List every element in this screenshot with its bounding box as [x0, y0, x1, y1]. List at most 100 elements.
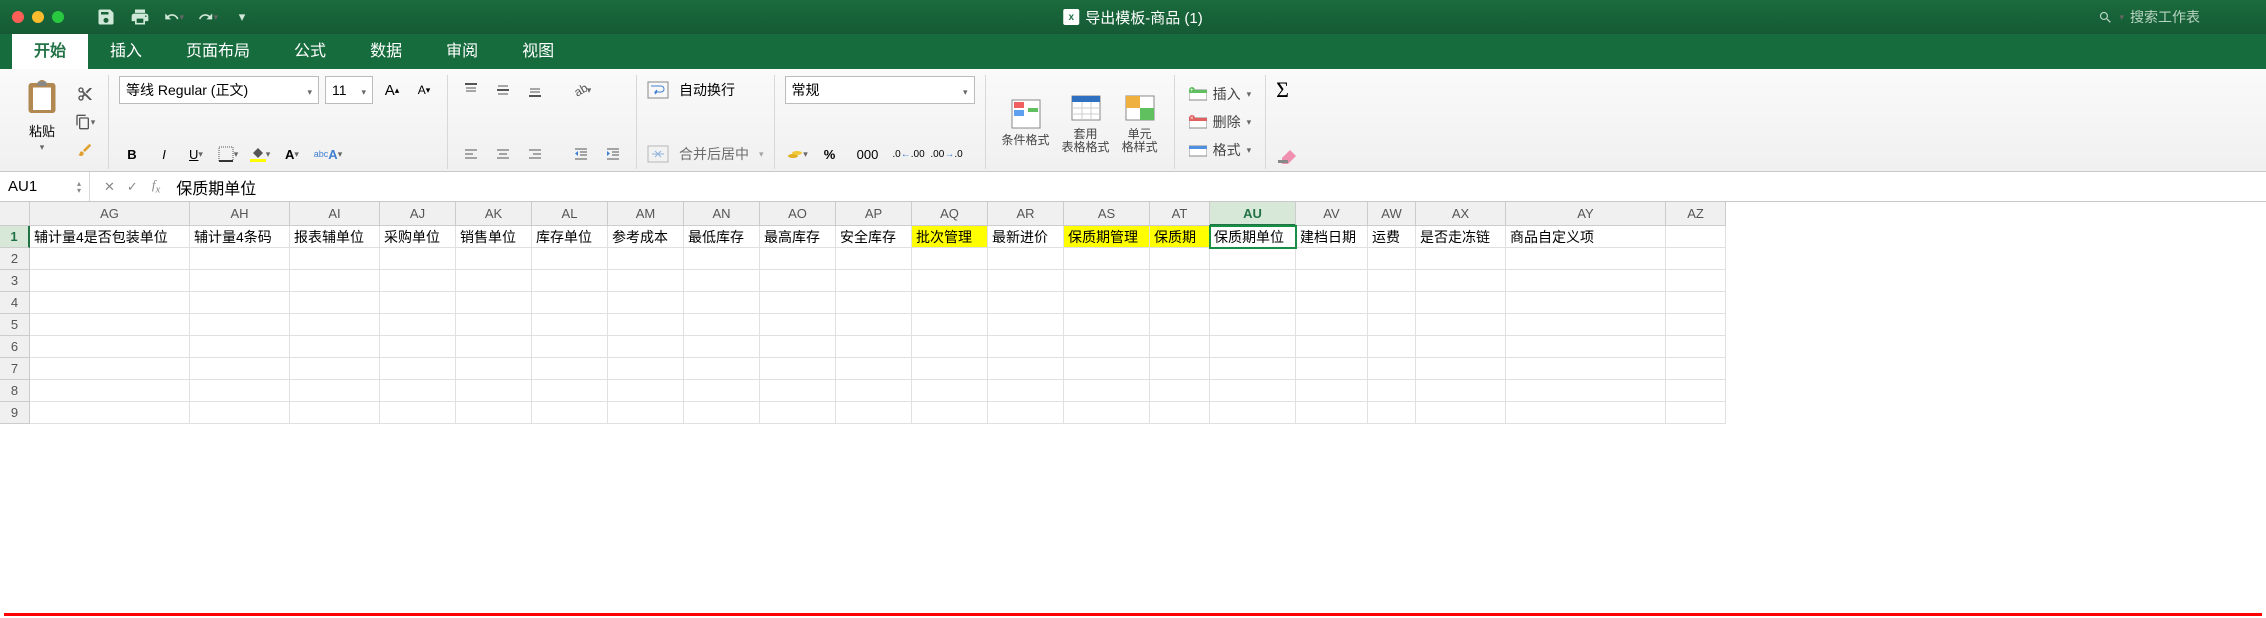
col-header-AJ[interactable]: AJ	[380, 202, 456, 226]
wrap-text-button[interactable]: 自动换行	[679, 80, 735, 100]
cell-AX2[interactable]	[1416, 248, 1506, 270]
cell-AN4[interactable]	[684, 292, 760, 314]
col-header-AN[interactable]: AN	[684, 202, 760, 226]
row-header-7[interactable]: 7	[0, 358, 30, 380]
cell-AM7[interactable]	[608, 358, 684, 380]
col-header-AW[interactable]: AW	[1368, 202, 1416, 226]
cell-AQ2[interactable]	[912, 248, 988, 270]
cell-AX7[interactable]	[1416, 358, 1506, 380]
cell-AN5[interactable]	[684, 314, 760, 336]
cell-AS7[interactable]	[1064, 358, 1150, 380]
cell-AQ8[interactable]	[912, 380, 988, 402]
cell-AK8[interactable]	[456, 380, 532, 402]
cell-AU9[interactable]	[1210, 402, 1296, 424]
cell-AQ5[interactable]	[912, 314, 988, 336]
cell-AH6[interactable]	[190, 336, 290, 358]
row-header-4[interactable]: 4	[0, 292, 30, 314]
cell-AN6[interactable]	[684, 336, 760, 358]
cell-AW3[interactable]	[1368, 270, 1416, 292]
cell-AV6[interactable]	[1296, 336, 1368, 358]
cell-AL8[interactable]	[532, 380, 608, 402]
paste-button[interactable]: 粘贴 ▾	[18, 75, 66, 169]
cell-AN2[interactable]	[684, 248, 760, 270]
tab-开始[interactable]: 开始	[12, 29, 88, 69]
column-headers[interactable]: AGAHAIAJAKALAMANAOAPAQARASATAUAVAWAXAYAZ	[30, 202, 1726, 226]
cell-AY6[interactable]	[1506, 336, 1666, 358]
cell-AM5[interactable]	[608, 314, 684, 336]
cell-AK2[interactable]	[456, 248, 532, 270]
cell-AV7[interactable]	[1296, 358, 1368, 380]
qat-customize-icon[interactable]: ▾	[232, 7, 252, 27]
select-all-corner[interactable]	[0, 202, 30, 226]
merge-center-button[interactable]: 合并后居中	[679, 144, 749, 164]
align-center-button[interactable]	[490, 142, 516, 166]
align-middle-button[interactable]	[490, 78, 516, 102]
cell-AO7[interactable]	[760, 358, 836, 380]
cell-AK6[interactable]	[456, 336, 532, 358]
cell-AV9[interactable]	[1296, 402, 1368, 424]
cell-AR8[interactable]	[988, 380, 1064, 402]
align-left-button[interactable]	[458, 142, 484, 166]
cell-AZ9[interactable]	[1666, 402, 1726, 424]
cell-AW2[interactable]	[1368, 248, 1416, 270]
cell-AW5[interactable]	[1368, 314, 1416, 336]
cell-AI8[interactable]	[290, 380, 380, 402]
percent-button[interactable]: %	[817, 142, 843, 166]
align-top-button[interactable]	[458, 78, 484, 102]
cell-AX1[interactable]: 是否走冻链	[1416, 226, 1506, 248]
cell-AS1[interactable]: 保质期管理	[1064, 226, 1150, 248]
orientation-button[interactable]: ab▾	[568, 78, 594, 102]
conditional-format-button[interactable]: 条件格式	[996, 94, 1056, 149]
cell-AJ3[interactable]	[380, 270, 456, 292]
undo-icon[interactable]: ▾	[164, 7, 184, 27]
cell-AR1[interactable]: 最新进价	[988, 226, 1064, 248]
cell-AW4[interactable]	[1368, 292, 1416, 314]
cell-AG5[interactable]	[30, 314, 190, 336]
cell-AY5[interactable]	[1506, 314, 1666, 336]
cell-AX4[interactable]	[1416, 292, 1506, 314]
cell-AV5[interactable]	[1296, 314, 1368, 336]
cell-AG4[interactable]	[30, 292, 190, 314]
delete-cells-button[interactable]: ×删除▾	[1185, 110, 1256, 134]
cell-AT8[interactable]	[1150, 380, 1210, 402]
cell-AI3[interactable]	[290, 270, 380, 292]
insert-cells-button[interactable]: +插入▾	[1185, 82, 1256, 106]
col-header-AV[interactable]: AV	[1296, 202, 1368, 226]
cell-AP9[interactable]	[836, 402, 912, 424]
cell-AW1[interactable]: 运费	[1368, 226, 1416, 248]
cell-AI1[interactable]: 报表辅单位	[290, 226, 380, 248]
cell-AX8[interactable]	[1416, 380, 1506, 402]
col-header-AR[interactable]: AR	[988, 202, 1064, 226]
cell-AK7[interactable]	[456, 358, 532, 380]
cell-AM8[interactable]	[608, 380, 684, 402]
phonetic-button[interactable]: abcA▾	[311, 142, 345, 166]
cell-AX5[interactable]	[1416, 314, 1506, 336]
cell-AV4[interactable]	[1296, 292, 1368, 314]
cell-AN8[interactable]	[684, 380, 760, 402]
cell-AS6[interactable]	[1064, 336, 1150, 358]
name-box[interactable]: AU1 ▴▾	[0, 172, 90, 201]
cell-AT7[interactable]	[1150, 358, 1210, 380]
cell-AW9[interactable]	[1368, 402, 1416, 424]
cell-AW7[interactable]	[1368, 358, 1416, 380]
cell-AK5[interactable]	[456, 314, 532, 336]
redo-icon[interactable]: ▾	[198, 7, 218, 27]
cell-AX9[interactable]	[1416, 402, 1506, 424]
cut-button[interactable]	[72, 82, 98, 106]
cell-styles-button[interactable]: 单元 格样式	[1116, 88, 1164, 156]
row-header-9[interactable]: 9	[0, 402, 30, 424]
border-button[interactable]: ▾	[215, 142, 241, 166]
search-input[interactable]	[2130, 9, 2250, 25]
cell-AK4[interactable]	[456, 292, 532, 314]
increase-decimal-button[interactable]: .0←.00	[893, 142, 925, 166]
decrease-font-button[interactable]: A▾	[411, 78, 437, 102]
cell-AV8[interactable]	[1296, 380, 1368, 402]
spreadsheet-grid[interactable]: AGAHAIAJAKALAMANAOAPAQARASATAUAVAWAXAYAZ…	[0, 202, 2266, 424]
bold-button[interactable]: B	[119, 142, 145, 166]
cell-AO1[interactable]: 最高库存	[760, 226, 836, 248]
copy-button[interactable]: ▾	[72, 110, 98, 134]
tab-页面布局[interactable]: 页面布局	[164, 29, 272, 69]
cell-AN3[interactable]	[684, 270, 760, 292]
cell-AX3[interactable]	[1416, 270, 1506, 292]
cell-AQ4[interactable]	[912, 292, 988, 314]
